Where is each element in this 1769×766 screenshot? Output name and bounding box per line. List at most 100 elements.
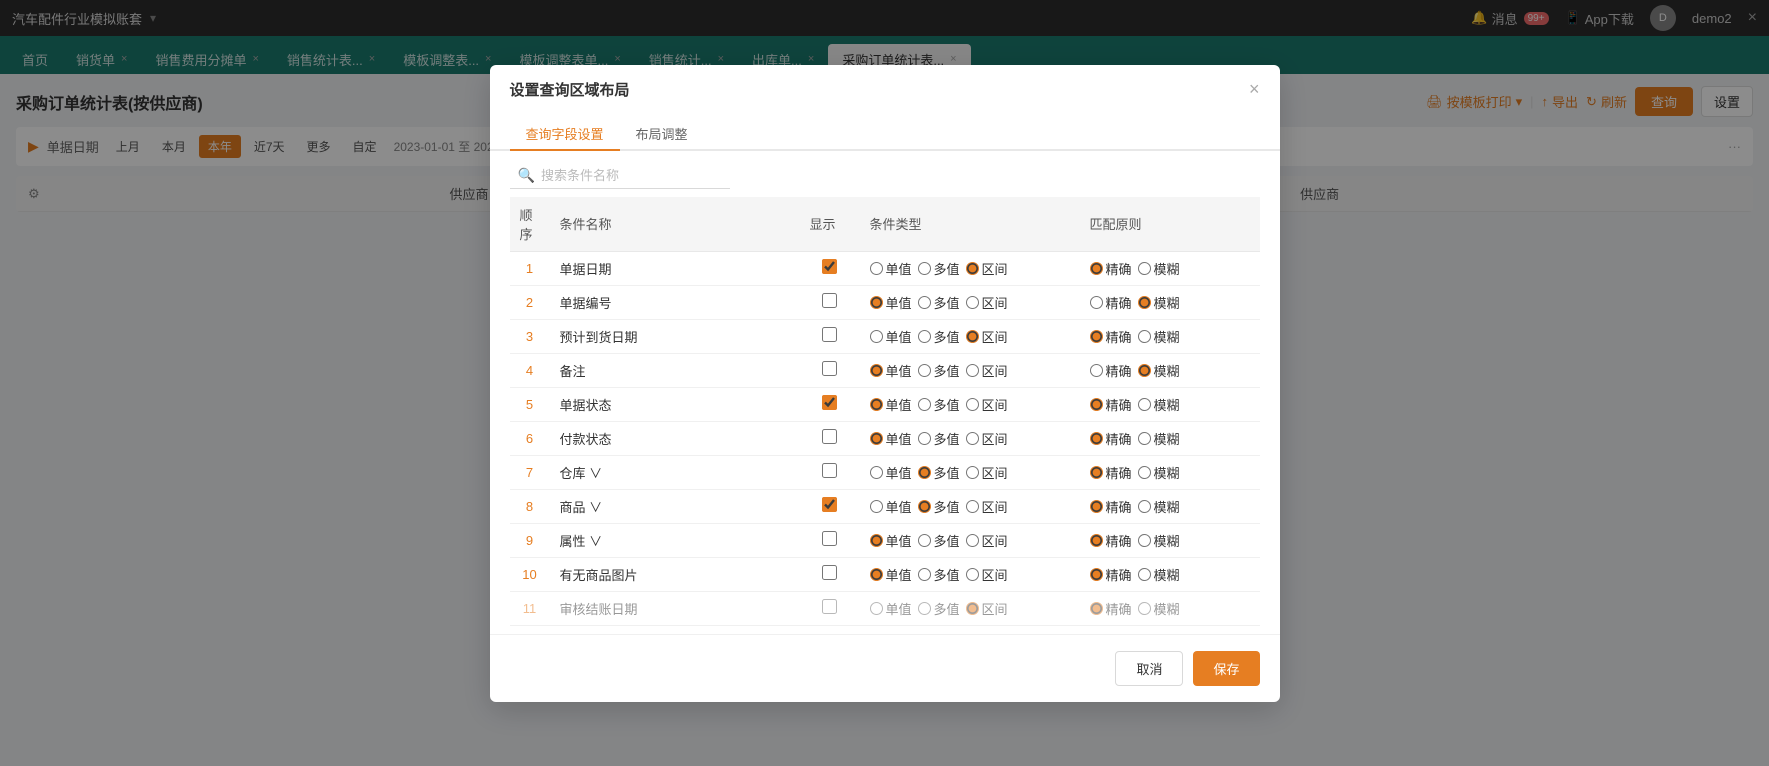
type-radio-item[interactable]: 单值: [870, 565, 912, 584]
type-radio-item[interactable]: 多值: [918, 361, 960, 380]
modal-close-button[interactable]: ×: [1249, 80, 1260, 98]
show-checkbox[interactable]: [822, 565, 837, 580]
type-radio-item[interactable]: 多值: [918, 327, 960, 346]
type-radio-item[interactable]: 区间: [966, 361, 1008, 380]
type-radio[interactable]: [870, 568, 883, 581]
match-radio[interactable]: [1138, 466, 1151, 479]
type-radio-item[interactable]: 区间: [966, 259, 1008, 278]
type-radio-item[interactable]: 多值: [918, 599, 960, 618]
save-button[interactable]: 保存: [1193, 651, 1259, 686]
type-radio-item[interactable]: 多值: [918, 463, 960, 482]
match-radio-item[interactable]: 模糊: [1138, 259, 1180, 278]
type-radio-item[interactable]: 多值: [918, 429, 960, 448]
match-radio-item[interactable]: 精确: [1090, 531, 1132, 550]
type-radio[interactable]: [918, 432, 931, 445]
match-radio-item[interactable]: 精确: [1090, 497, 1132, 516]
match-radio-item[interactable]: 模糊: [1138, 531, 1180, 550]
type-radio[interactable]: [966, 602, 979, 615]
modal-tab-layout-adjust[interactable]: 布局调整: [620, 118, 704, 151]
type-radio[interactable]: [966, 262, 979, 275]
match-radio[interactable]: [1138, 398, 1151, 411]
match-radio[interactable]: [1090, 500, 1103, 513]
match-radio[interactable]: [1090, 262, 1103, 275]
type-radio[interactable]: [918, 568, 931, 581]
type-radio-item[interactable]: 单值: [870, 327, 912, 346]
type-radio[interactable]: [870, 330, 883, 343]
type-radio[interactable]: [870, 534, 883, 547]
type-radio[interactable]: [966, 330, 979, 343]
match-radio-item[interactable]: 模糊: [1138, 497, 1180, 516]
type-radio[interactable]: [966, 296, 979, 309]
match-radio[interactable]: [1090, 466, 1103, 479]
type-radio[interactable]: [918, 330, 931, 343]
match-radio-item[interactable]: 精确: [1090, 327, 1132, 346]
show-checkbox[interactable]: [822, 463, 837, 478]
modal-tab-query-fields[interactable]: 查询字段设置: [510, 118, 620, 151]
match-radio[interactable]: [1090, 568, 1103, 581]
match-radio-item[interactable]: 模糊: [1138, 599, 1180, 618]
match-radio[interactable]: [1138, 364, 1151, 377]
match-radio[interactable]: [1138, 330, 1151, 343]
match-radio-item[interactable]: 精确: [1090, 259, 1132, 278]
show-checkbox[interactable]: [822, 327, 837, 342]
type-radio[interactable]: [870, 500, 883, 513]
type-radio-item[interactable]: 单值: [870, 361, 912, 380]
type-radio[interactable]: [870, 602, 883, 615]
match-radio[interactable]: [1090, 398, 1103, 411]
type-radio[interactable]: [918, 296, 931, 309]
type-radio-item[interactable]: 区间: [966, 565, 1008, 584]
match-radio[interactable]: [1090, 296, 1103, 309]
type-radio-item[interactable]: 单值: [870, 497, 912, 516]
type-radio[interactable]: [870, 398, 883, 411]
type-radio-item[interactable]: 区间: [966, 531, 1008, 550]
type-radio-item[interactable]: 多值: [918, 531, 960, 550]
type-radio-item[interactable]: 多值: [918, 259, 960, 278]
match-radio[interactable]: [1138, 262, 1151, 275]
type-radio[interactable]: [966, 500, 979, 513]
match-radio[interactable]: [1138, 296, 1151, 309]
show-checkbox[interactable]: [822, 497, 837, 512]
match-radio-item[interactable]: 精确: [1090, 395, 1132, 414]
type-radio[interactable]: [870, 364, 883, 377]
type-radio-item[interactable]: 区间: [966, 463, 1008, 482]
type-radio[interactable]: [918, 364, 931, 377]
match-radio-item[interactable]: 模糊: [1138, 293, 1180, 312]
type-radio-item[interactable]: 区间: [966, 599, 1008, 618]
type-radio[interactable]: [918, 262, 931, 275]
show-checkbox[interactable]: [822, 395, 837, 410]
match-radio-item[interactable]: 精确: [1090, 599, 1132, 618]
match-radio[interactable]: [1090, 602, 1103, 615]
type-radio[interactable]: [870, 466, 883, 479]
type-radio-item[interactable]: 区间: [966, 429, 1008, 448]
show-checkbox[interactable]: [822, 599, 837, 614]
match-radio[interactable]: [1090, 534, 1103, 547]
match-radio[interactable]: [1138, 432, 1151, 445]
search-input[interactable]: [541, 168, 721, 183]
type-radio-item[interactable]: 多值: [918, 565, 960, 584]
type-radio[interactable]: [966, 568, 979, 581]
type-radio-item[interactable]: 单值: [870, 463, 912, 482]
match-radio[interactable]: [1090, 432, 1103, 445]
match-radio-item[interactable]: 模糊: [1138, 327, 1180, 346]
match-radio-item[interactable]: 模糊: [1138, 463, 1180, 482]
type-radio-item[interactable]: 区间: [966, 327, 1008, 346]
type-radio[interactable]: [918, 602, 931, 615]
match-radio-item[interactable]: 精确: [1090, 565, 1132, 584]
type-radio[interactable]: [918, 534, 931, 547]
match-radio-item[interactable]: 精确: [1090, 293, 1132, 312]
type-radio[interactable]: [966, 398, 979, 411]
type-radio[interactable]: [918, 398, 931, 411]
match-radio-item[interactable]: 模糊: [1138, 565, 1180, 584]
cancel-button[interactable]: 取消: [1115, 651, 1183, 686]
type-radio[interactable]: [870, 432, 883, 445]
match-radio-item[interactable]: 模糊: [1138, 361, 1180, 380]
type-radio[interactable]: [966, 364, 979, 377]
match-radio[interactable]: [1090, 330, 1103, 343]
show-checkbox[interactable]: [822, 429, 837, 444]
type-radio[interactable]: [966, 466, 979, 479]
type-radio[interactable]: [966, 534, 979, 547]
match-radio[interactable]: [1138, 534, 1151, 547]
type-radio[interactable]: [966, 432, 979, 445]
show-checkbox[interactable]: [822, 531, 837, 546]
match-radio-item[interactable]: 模糊: [1138, 429, 1180, 448]
